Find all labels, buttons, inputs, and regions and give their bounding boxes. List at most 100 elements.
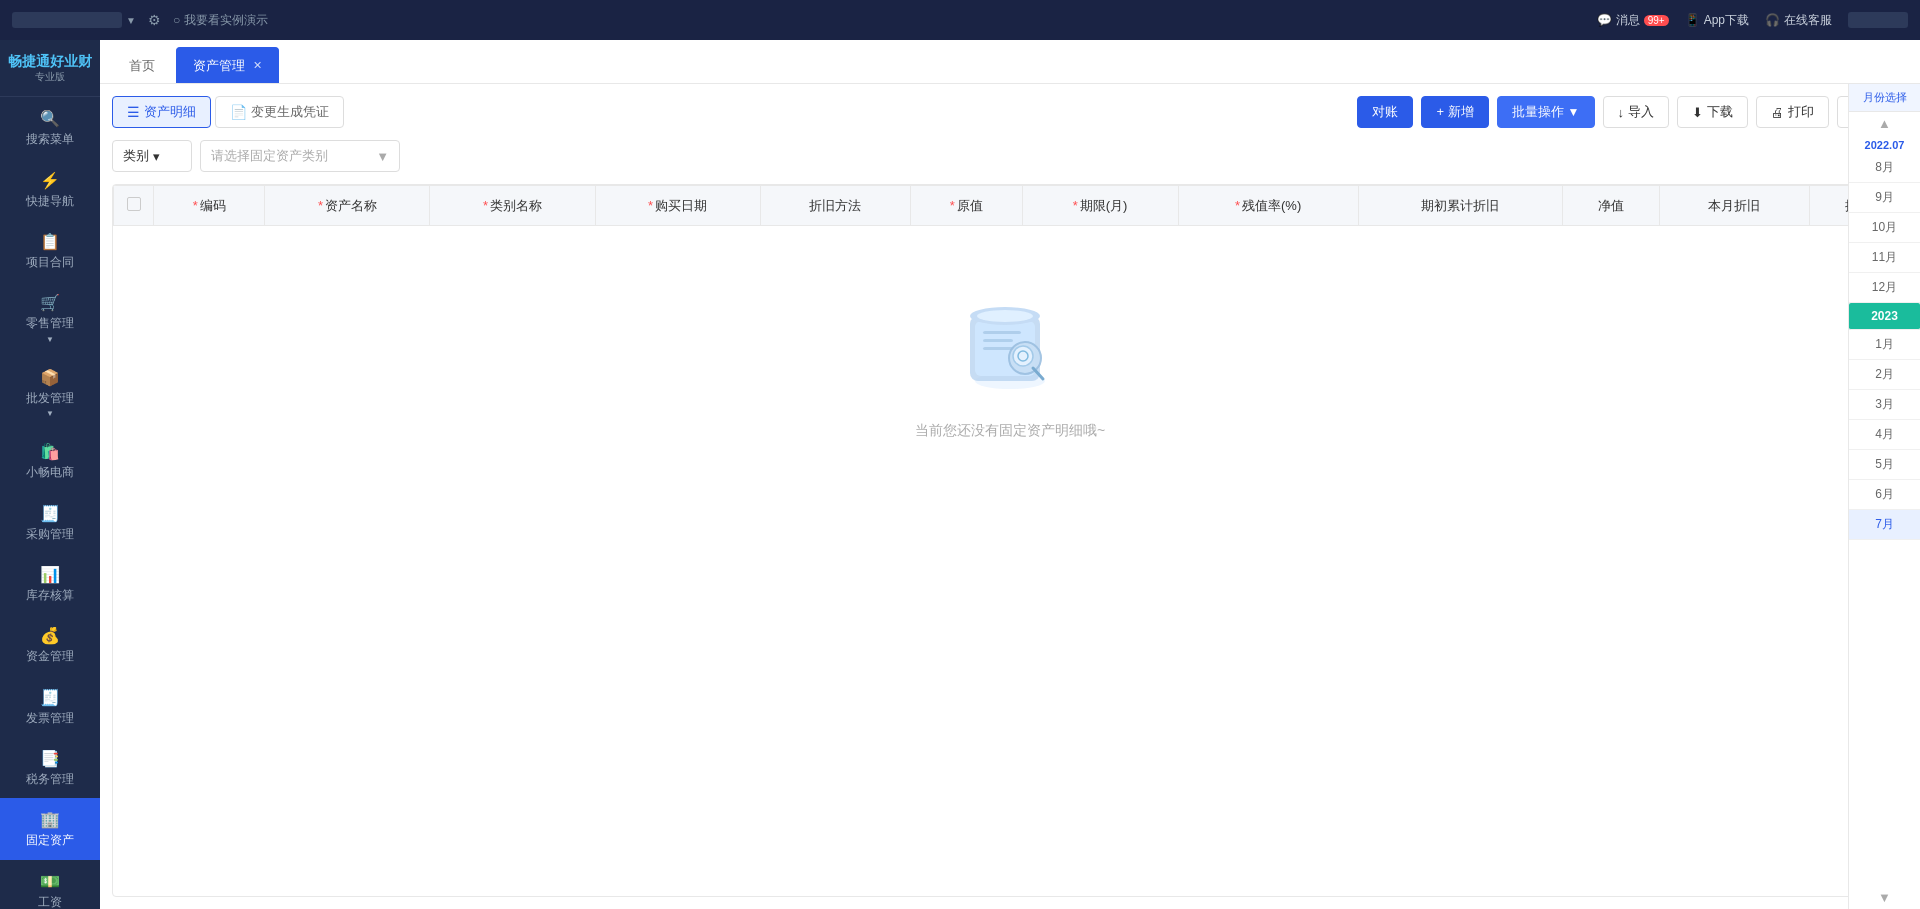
month-panel: 月份选择 ▲ 2022.07 8月 9月 10月 11月 12月 2023 1月…: [1848, 84, 1920, 909]
col-code: *编码: [154, 186, 265, 226]
month-item-2023-01[interactable]: 1月: [1849, 330, 1920, 360]
receipt-icon: 🧾: [40, 504, 60, 523]
print-button[interactable]: 🖨 打印: [1756, 96, 1829, 128]
month-item-2022-11[interactable]: 11月: [1849, 243, 1920, 273]
sub-tab-change-voucher-label: 变更生成凭证: [251, 103, 329, 121]
money-icon: 💰: [40, 626, 60, 645]
tab-asset-management[interactable]: 资产管理 ✕: [176, 47, 279, 83]
app-download-button[interactable]: 📱 App下载: [1685, 12, 1749, 29]
document-icon: 📄: [230, 104, 247, 120]
page-content: ☰ 资产明细 📄 变更生成凭证 对账 + 新增: [100, 84, 1920, 909]
month-item-2023-05[interactable]: 5月: [1849, 450, 1920, 480]
month-panel-header: 月份选择: [1849, 84, 1920, 112]
svg-point-9: [1013, 346, 1033, 366]
top-bar-left: ▼ ⚙ ○ 我要看实例演示: [12, 8, 1589, 32]
demo-icon: ○: [173, 13, 180, 27]
invoice-icon: 🧾: [40, 688, 60, 707]
empty-state-text: 当前您还没有固定资产明细哦~: [915, 422, 1105, 440]
demo-link[interactable]: ○ 我要看实例演示: [173, 12, 268, 29]
category-type-select[interactable]: 类别 ▾: [112, 140, 192, 172]
month-item-2023-06[interactable]: 6月: [1849, 480, 1920, 510]
year-2023-marker: 2023: [1849, 303, 1920, 330]
month-item-2023-02[interactable]: 2月: [1849, 360, 1920, 390]
demo-link-text: 我要看实例演示: [184, 12, 268, 29]
select-all-checkbox[interactable]: [127, 197, 141, 211]
settings-icon[interactable]: ⚙: [144, 8, 165, 32]
category-value-select[interactable]: 请选择固定资产类别 ▼: [200, 140, 400, 172]
select-all-header[interactable]: [114, 186, 154, 226]
month-item-2023-03[interactable]: 3月: [1849, 390, 1920, 420]
sidebar-item-project[interactable]: 📋 项目合同: [0, 220, 100, 281]
sidebar-item-wholesale[interactable]: 📦 批发管理 ▼: [0, 356, 100, 430]
sidebar-item-fixedassets[interactable]: 🏢 固定资产: [0, 798, 100, 859]
col-name: *资产名称: [265, 186, 430, 226]
import-icon: ↓: [1618, 105, 1625, 120]
month-panel-down-button[interactable]: ▼: [1849, 886, 1920, 909]
col-category: *类别名称: [430, 186, 595, 226]
tab-home[interactable]: 首页: [112, 47, 172, 83]
col-monthly-depreciation: 本月折旧: [1659, 186, 1809, 226]
sub-tab-change-voucher[interactable]: 📄 变更生成凭证: [215, 96, 344, 128]
month-item-2022-10[interactable]: 10月: [1849, 213, 1920, 243]
filter-bar: 类别 ▾ 请选择固定资产类别 ▼: [112, 140, 1908, 172]
col-purchase-date: *购买日期: [595, 186, 760, 226]
sidebar-item-ecommerce[interactable]: 🛍️ 小畅电商: [0, 430, 100, 491]
sidebar-item-tax[interactable]: 📑 税务管理: [0, 737, 100, 798]
add-button[interactable]: + 新增: [1421, 96, 1488, 128]
download-icon: ⬇: [1692, 105, 1703, 120]
list-icon: ☰: [127, 104, 140, 120]
toolbar: 对账 + 新增 批量操作 ▼ ↓ 导入: [1357, 96, 1908, 128]
reconcile-button[interactable]: 对账: [1357, 96, 1413, 128]
month-item-2023-04[interactable]: 4月: [1849, 420, 1920, 450]
sub-tab-asset-detail[interactable]: ☰ 资产明细: [112, 96, 211, 128]
sidebar-item-purchase[interactable]: 🧾 采购管理: [0, 492, 100, 553]
lightning-icon: ⚡: [40, 171, 60, 190]
assets-table: *编码 *资产名称 *类别名称 *购买日期 折旧方法 *原值 *期限(月) *残…: [113, 185, 1907, 500]
sidebar-item-quicknav[interactable]: ⚡ 快捷导航: [0, 159, 100, 220]
online-service-button[interactable]: 🎧 在线客服: [1765, 12, 1832, 29]
col-period: *期限(月): [1022, 186, 1178, 226]
svg-point-4: [977, 310, 1033, 322]
col-net-value: 净值: [1562, 186, 1659, 226]
month-item-2022-12[interactable]: 12月: [1849, 273, 1920, 303]
month-item-2022-09[interactable]: 9月: [1849, 183, 1920, 213]
sub-tab-asset-detail-label: 资产明细: [144, 103, 196, 121]
company-selector[interactable]: ▼: [12, 12, 136, 28]
sidebar-item-salary[interactable]: 💵 工资: [0, 860, 100, 909]
month-item-2022-08[interactable]: 8月: [1849, 153, 1920, 183]
empty-illustration: [950, 286, 1070, 406]
headset-icon: 🎧: [1765, 13, 1780, 27]
inner-page: ☰ 资产明细 📄 变更生成凭证 对账 + 新增: [100, 84, 1920, 909]
table-header-row: *编码 *资产名称 *类别名称 *购买日期 折旧方法 *原值 *期限(月) *残…: [114, 186, 1907, 226]
col-accumulated-depreciation: 期初累计折旧: [1358, 186, 1562, 226]
month-panel-up-button[interactable]: ▲: [1849, 112, 1920, 135]
table-container: *编码 *资产名称 *类别名称 *购买日期 折旧方法 *原值 *期限(月) *残…: [112, 184, 1908, 897]
sidebar-item-label: 搜索菜单: [26, 132, 74, 146]
filter-down-icon: ▼: [376, 149, 389, 164]
app-icon: 📱: [1685, 13, 1700, 27]
import-button[interactable]: ↓ 导入: [1603, 96, 1670, 128]
sidebar-item-retail[interactable]: 🛒 零售管理 ▼: [0, 281, 100, 355]
print-icon: 🖨: [1771, 105, 1784, 120]
sidebar-item-inventory[interactable]: 📊 库存核算: [0, 553, 100, 614]
empty-state: 当前您还没有固定资产明细哦~: [114, 226, 1907, 500]
box-icon: 📦: [40, 368, 60, 387]
sidebar-item-invoice[interactable]: 🧾 发票管理: [0, 676, 100, 737]
download-button[interactable]: ⬇ 下载: [1677, 96, 1748, 128]
tab-close-icon[interactable]: ✕: [253, 59, 262, 72]
clipboard-icon: 📋: [40, 232, 60, 251]
col-depreciation-method: 折旧方法: [760, 186, 910, 226]
month-item-2023-07[interactable]: 7月: [1849, 510, 1920, 540]
chart-icon: 📊: [40, 565, 60, 584]
svg-rect-5: [983, 331, 1021, 334]
company-name-placeholder: [12, 12, 122, 28]
batch-button[interactable]: 批量操作 ▼: [1497, 96, 1595, 128]
sidebar-item-finance[interactable]: 💰 资金管理: [0, 614, 100, 675]
user-avatar[interactable]: [1848, 12, 1908, 28]
message-button[interactable]: 💬 消息 99+: [1597, 12, 1669, 29]
salary-icon: 💵: [40, 872, 60, 891]
sidebar-item-search[interactable]: 🔍 搜索菜单: [0, 97, 100, 158]
tax-icon: 📑: [40, 749, 60, 768]
shop-icon: 🛍️: [40, 442, 60, 461]
chevron-icon: ▼: [46, 335, 54, 344]
